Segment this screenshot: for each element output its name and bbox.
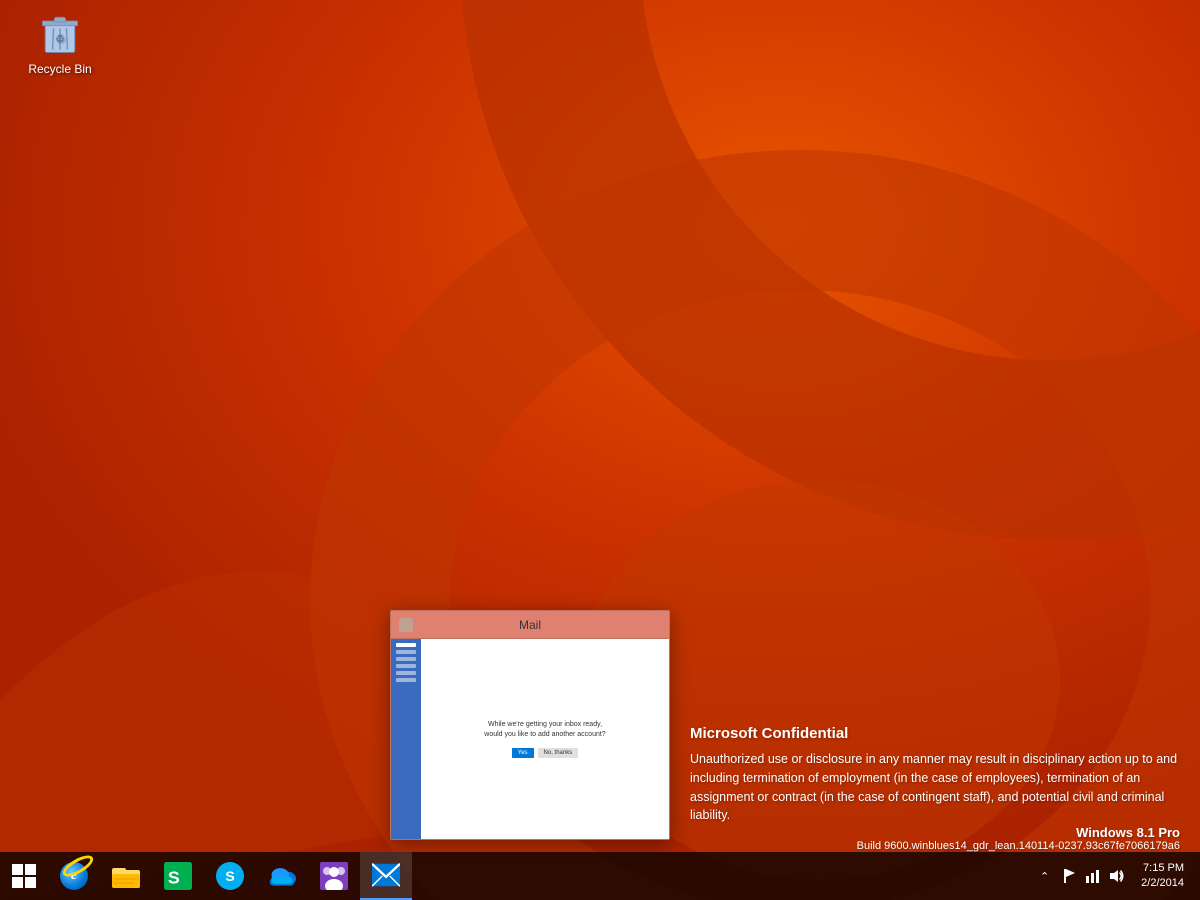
mail-window-content: While we're getting your inbox ready, wo… xyxy=(391,639,669,839)
mail-window[interactable]: Mail While we're getting your inbox read… xyxy=(390,610,670,840)
mail-sidebar xyxy=(391,639,421,839)
mail-nav-item xyxy=(396,650,416,654)
mail-taskbar-icon xyxy=(372,861,400,889)
people-icon xyxy=(320,862,348,890)
taskbar-onedrive-button[interactable] xyxy=(256,852,308,900)
file-explorer-icon xyxy=(112,862,140,890)
mail-nav-item xyxy=(396,671,416,675)
taskbar-skype-button[interactable]: S xyxy=(204,852,256,900)
mail-window-controls xyxy=(399,618,413,632)
mail-no-button[interactable]: No, thanks xyxy=(538,748,579,758)
system-tray: ⌃ xyxy=(1028,861,1200,892)
taskbar-people-button[interactable] xyxy=(308,852,360,900)
tray-icons xyxy=(1059,866,1127,886)
build-edition: Windows 8.1 Pro xyxy=(690,825,1180,840)
recycle-bin-label: Recycle Bin xyxy=(28,62,91,76)
start-button[interactable] xyxy=(0,852,48,900)
confidential-overlay: Microsoft Confidential Unauthorized use … xyxy=(680,715,1200,835)
action-center-icon[interactable] xyxy=(1059,866,1079,886)
network-icon[interactable] xyxy=(1083,866,1103,886)
mail-main-content: While we're getting your inbox ready, wo… xyxy=(421,639,669,839)
clock[interactable]: 7:15 PM 2/2/2014 xyxy=(1133,861,1192,892)
taskbar-pinned-apps: e S xyxy=(48,852,1028,900)
taskbar-mail-button[interactable] xyxy=(360,852,412,900)
taskbar: e S xyxy=(0,852,1200,900)
svg-text:♻: ♻ xyxy=(55,33,65,45)
taskbar-ie-button[interactable]: e xyxy=(48,852,100,900)
confidential-title: Microsoft Confidential xyxy=(690,725,1180,742)
clock-time: 7:15 PM xyxy=(1143,861,1184,876)
taskbar-store-button[interactable]: S xyxy=(152,852,204,900)
show-hidden-icons-button[interactable]: ⌃ xyxy=(1036,870,1053,883)
build-number: Build 9600.winblues14_gdr_lean.140114-02… xyxy=(690,840,1180,852)
desktop: ♻ Recycle Bin Mail While we're getting y… xyxy=(0,0,1200,900)
volume-icon[interactable] xyxy=(1107,866,1127,886)
store-icon: S xyxy=(164,862,192,890)
build-info: Windows 8.1 Pro Build 9600.winblues14_gd… xyxy=(680,825,1200,852)
mail-nav-item xyxy=(396,657,416,661)
clock-date: 2/2/2014 xyxy=(1141,876,1184,891)
recycle-bin-icon[interactable]: ♻ Recycle Bin xyxy=(20,10,100,76)
skype-icon: S xyxy=(216,862,244,890)
mail-nav-item xyxy=(396,643,416,647)
mail-window-close-btn[interactable] xyxy=(399,618,413,632)
svg-text:S: S xyxy=(168,868,180,888)
mail-window-title: Mail xyxy=(519,618,541,632)
taskbar-file-explorer-button[interactable] xyxy=(100,852,152,900)
confidential-text: Unauthorized use or disclosure in any ma… xyxy=(690,750,1180,825)
mail-setup-text: While we're getting your inbox ready, wo… xyxy=(484,720,605,740)
mail-nav-item xyxy=(396,678,416,682)
mail-window-titlebar: Mail xyxy=(391,611,669,639)
onedrive-icon xyxy=(268,862,296,890)
mail-yes-button[interactable]: Yes xyxy=(512,748,534,758)
windows-logo-icon xyxy=(12,864,36,888)
recycle-bin-svg: ♻ xyxy=(36,10,84,58)
mail-nav-item xyxy=(396,664,416,668)
mail-setup-buttons: Yes No, thanks xyxy=(512,748,578,758)
